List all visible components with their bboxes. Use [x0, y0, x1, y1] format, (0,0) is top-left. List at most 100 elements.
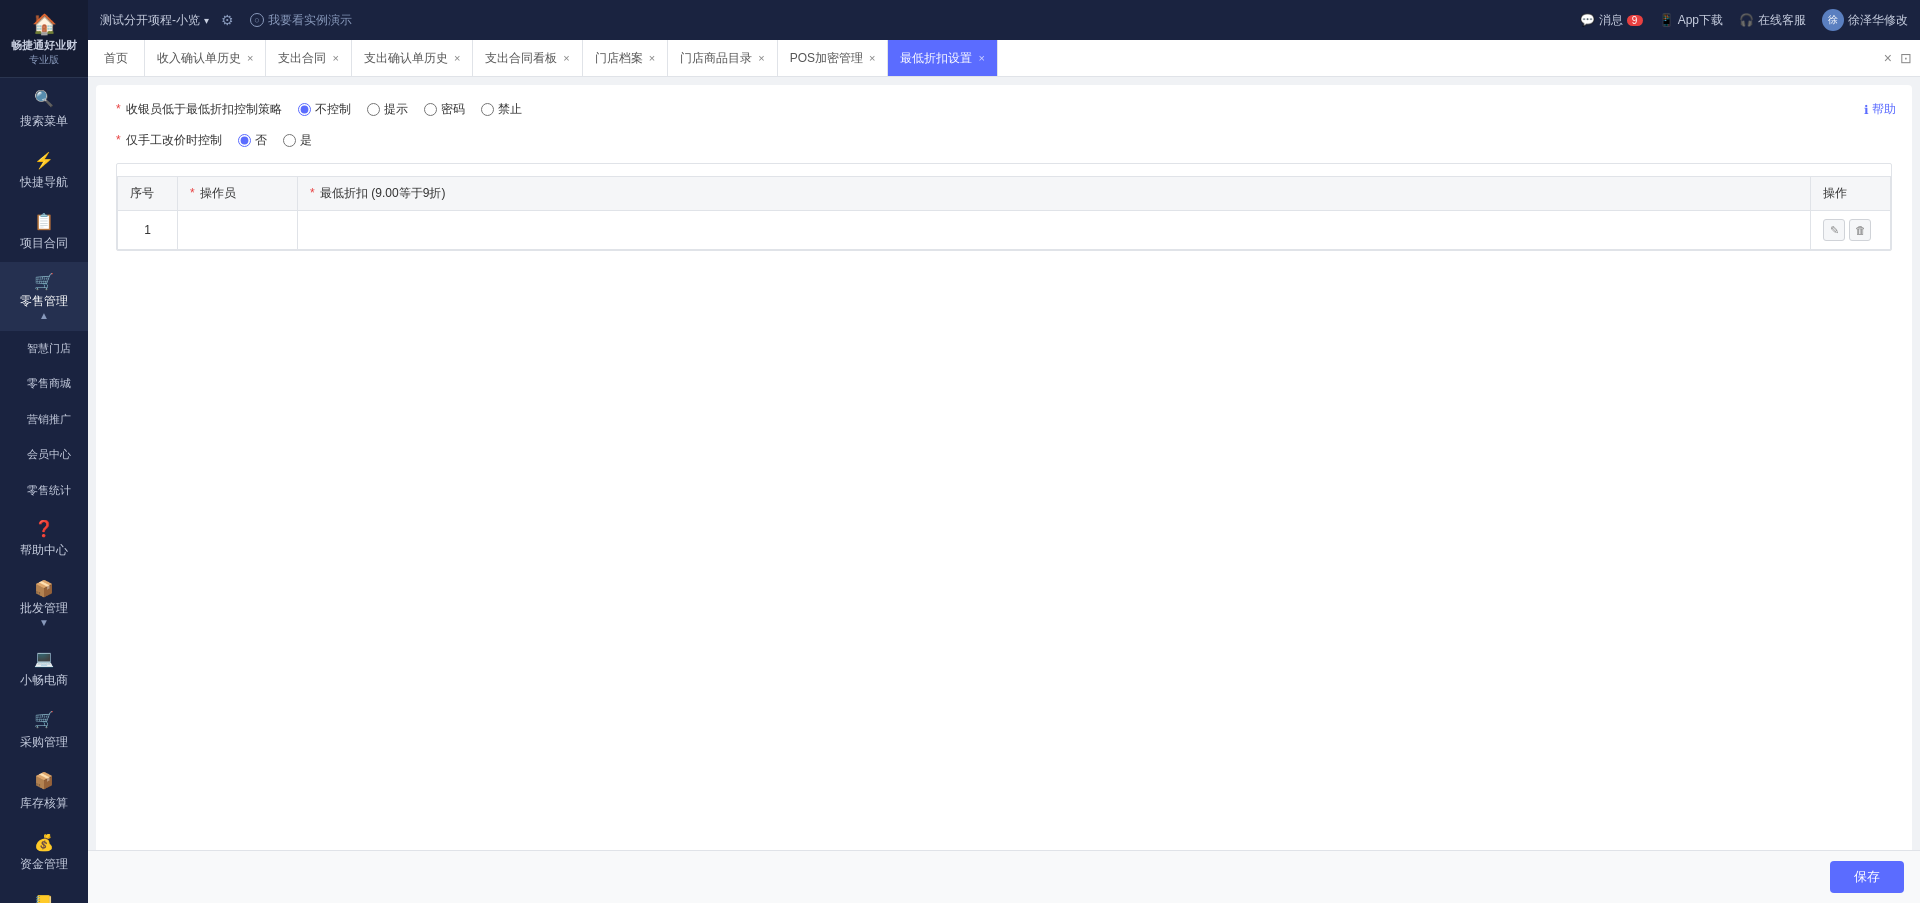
- topbar-settings-button[interactable]: ⚙: [221, 12, 234, 28]
- search-icon: 🔍: [5, 88, 83, 110]
- radio-password-input[interactable]: [424, 103, 437, 116]
- topbar-messages-label: 消息: [1599, 12, 1623, 29]
- tab-payment-confirm-history-label: 支出确认单历史: [364, 50, 448, 67]
- form-row-1: * 收银员低于最低折扣控制策略 不控制 提示 密码: [116, 101, 1892, 118]
- tab-min-discount-label: 最低折扣设置: [900, 50, 972, 67]
- radio-group-2: 否 是: [238, 132, 312, 149]
- tab-payment-confirm-history[interactable]: 支出确认单历史 ×: [352, 40, 473, 76]
- tab-pos-encryption-close-icon[interactable]: ×: [869, 52, 875, 64]
- app-icon: 📱: [1659, 13, 1674, 27]
- table-header-row: 序号 * 操作员 * 最低折扣 (9.00等于9折) 操作: [118, 177, 1891, 211]
- topbar-user-button[interactable]: 徐 徐泽华修改: [1822, 9, 1908, 31]
- sidebar-item-finance[interactable]: 💰 资金管理: [0, 822, 88, 883]
- smart-store-label: 智慧门店: [27, 342, 71, 354]
- tabs-close-icon[interactable]: ×: [1884, 50, 1892, 66]
- member-label: 会员中心: [27, 448, 71, 460]
- logo-title: 畅捷通好业财: [5, 38, 83, 53]
- tab-home[interactable]: 首页: [88, 40, 145, 76]
- radio-yes-input[interactable]: [283, 134, 296, 147]
- sidebar-item-wholesale[interactable]: 📦 批发管理 ▼: [0, 569, 88, 638]
- sidebar-item-label: 快捷导航: [20, 175, 68, 189]
- logo-icon: 🏠: [5, 10, 83, 38]
- messages-badge: 9: [1627, 15, 1643, 26]
- tab-store-archive[interactable]: 门店档案 ×: [583, 40, 668, 76]
- radio-yes[interactable]: 是: [283, 132, 312, 149]
- sidebar-item-inventory[interactable]: 📦 库存核算: [0, 760, 88, 821]
- help-link-label: 帮助: [1872, 101, 1896, 118]
- sidebar-item-member[interactable]: 会员中心: [0, 437, 88, 472]
- tab-store-product-catalog[interactable]: 门店商品目录 ×: [668, 40, 777, 76]
- form-row-2: * 仅手工改价时控制 否 是: [116, 132, 1892, 149]
- tab-payment-contract-board-close-icon[interactable]: ×: [563, 52, 569, 64]
- radio-group-1: 不控制 提示 密码 禁止: [298, 101, 522, 118]
- message-icon: 💬: [1580, 13, 1595, 27]
- radio-forbid[interactable]: 禁止: [481, 101, 522, 118]
- sidebar-item-purchase[interactable]: 🛒 采购管理: [0, 699, 88, 760]
- topbar-support-label: 在线客服: [1758, 12, 1806, 29]
- table-cell-operator: [178, 211, 298, 250]
- radio-forbid-input[interactable]: [481, 103, 494, 116]
- sidebar-item-retail-mall[interactable]: 零售商城: [0, 366, 88, 401]
- tab-payment-contract-close-icon[interactable]: ×: [332, 52, 338, 64]
- sidebar-item-retail[interactable]: 🛒 零售管理 ▲: [0, 262, 88, 331]
- edit-button[interactable]: ✎: [1823, 219, 1845, 241]
- topbar-app-download[interactable]: 📱 App下载: [1659, 12, 1723, 29]
- help-circle-icon: ℹ: [1864, 103, 1869, 117]
- tab-payment-contract-board-label: 支出合同看板: [485, 50, 557, 67]
- radio-password[interactable]: 密码: [424, 101, 465, 118]
- col-header-actions: 操作: [1811, 177, 1891, 211]
- topbar-support-button[interactable]: 🎧 在线客服: [1739, 12, 1806, 29]
- topbar: 测试分开项程-小览 ▾ ⚙ ○ 我要看实例演示 💬 消息 9 📱 App下载 🎧…: [88, 0, 1920, 40]
- form-label-2: * 仅手工改价时控制: [116, 132, 222, 149]
- help-link[interactable]: ℹ 帮助: [1864, 101, 1896, 118]
- tab-store-archive-label: 门店档案: [595, 50, 643, 67]
- sidebar-item-contract[interactable]: 📋 项目合同: [0, 201, 88, 262]
- quicknav-icon: ⚡: [5, 150, 83, 172]
- topbar-project[interactable]: 测试分开项程-小览 ▾: [100, 12, 209, 29]
- radio-no-control-input[interactable]: [298, 103, 311, 116]
- marketing-label: 营销推广: [27, 413, 71, 425]
- sidebar-item-label: 采购管理: [20, 735, 68, 749]
- inventory-icon: 📦: [5, 770, 83, 792]
- delete-button[interactable]: 🗑: [1849, 219, 1871, 241]
- tab-store-product-catalog-label: 门店商品目录: [680, 50, 752, 67]
- tabs-more-icon[interactable]: ⊡: [1900, 50, 1912, 66]
- tab-pos-encryption[interactable]: POS加密管理 ×: [778, 40, 889, 76]
- discount-table: 序号 * 操作员 * 最低折扣 (9.00等于9折) 操作: [117, 176, 1891, 250]
- settings-icon: ⚙: [221, 12, 234, 28]
- retail-arrow-icon: ▲: [39, 310, 49, 321]
- tab-store-archive-close-icon[interactable]: ×: [649, 52, 655, 64]
- tab-payment-contract[interactable]: 支出合同 ×: [266, 40, 351, 76]
- radio-tip-label: 提示: [384, 101, 408, 118]
- radio-no-control[interactable]: 不控制: [298, 101, 351, 118]
- tab-store-product-catalog-close-icon[interactable]: ×: [758, 52, 764, 64]
- radio-no[interactable]: 否: [238, 132, 267, 149]
- tab-min-discount[interactable]: 最低折扣设置 ×: [888, 40, 997, 76]
- sidebar-item-search[interactable]: 🔍 搜索菜单: [0, 78, 88, 139]
- radio-tip[interactable]: 提示: [367, 101, 408, 118]
- radio-tip-input[interactable]: [367, 103, 380, 116]
- sidebar-item-smart-store[interactable]: 智慧门店: [0, 331, 88, 366]
- topbar-demo-button[interactable]: ○ 我要看实例演示: [250, 12, 352, 29]
- radio-no-input[interactable]: [238, 134, 251, 147]
- tab-payment-confirm-history-close-icon[interactable]: ×: [454, 52, 460, 64]
- tab-income-history[interactable]: 收入确认单历史 ×: [145, 40, 266, 76]
- sidebar-item-retail-stat[interactable]: 零售统计: [0, 473, 88, 508]
- tab-income-history-close-icon[interactable]: ×: [247, 52, 253, 64]
- topbar-messages-button[interactable]: 💬 消息 9: [1580, 12, 1643, 29]
- sidebar-item-help[interactable]: ❓ 帮助中心: [0, 508, 88, 569]
- retail-mall-label: 零售商城: [27, 377, 71, 389]
- tab-payment-contract-board[interactable]: 支出合同看板 ×: [473, 40, 582, 76]
- sidebar-item-quicknav[interactable]: ⚡ 快捷导航: [0, 140, 88, 201]
- wholesale-icon: 📦: [34, 579, 54, 598]
- sidebar-item-ledger[interactable]: 📒 总账管理: [0, 883, 88, 903]
- topbar-project-arrow-icon: ▾: [204, 15, 209, 26]
- save-button[interactable]: 保存: [1830, 861, 1904, 893]
- sidebar-item-ecommerce[interactable]: 💻 小畅电商: [0, 638, 88, 699]
- sidebar-item-marketing[interactable]: 营销推广: [0, 402, 88, 437]
- topbar-right: 💬 消息 9 📱 App下载 🎧 在线客服 徐 徐泽华修改: [1580, 9, 1908, 31]
- tab-min-discount-close-icon[interactable]: ×: [978, 52, 984, 64]
- table-cell-seq: 1: [118, 211, 178, 250]
- radio-no-control-label: 不控制: [315, 101, 351, 118]
- form-label-1: * 收银员低于最低折扣控制策略: [116, 101, 282, 118]
